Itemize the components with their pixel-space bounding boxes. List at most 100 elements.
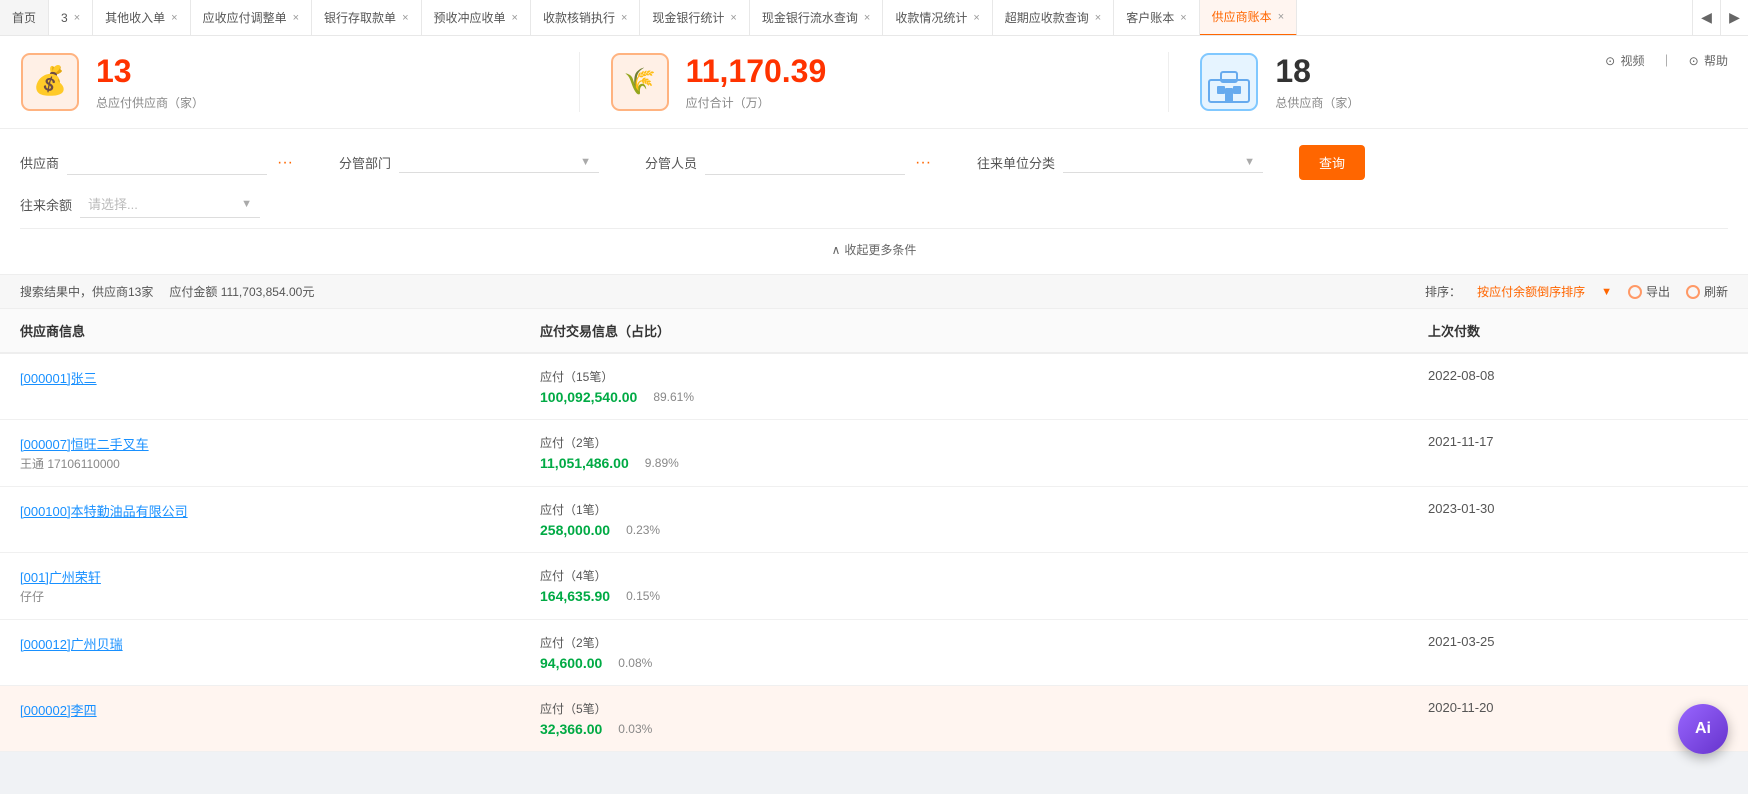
stat-divider-1 — [579, 52, 580, 112]
close-icon[interactable]: × — [1278, 11, 1284, 23]
nav-tab-overdue-query[interactable]: 超期应收款查询 × — [993, 0, 1114, 36]
supplier-code-link[interactable]: [000007]恒旺二手叉车 — [20, 434, 540, 453]
close-icon[interactable]: × — [973, 12, 979, 24]
trans-info-cell: 应付（2笔） 11,051,486.00 9.89% — [540, 434, 1428, 472]
trans-row: 164,635.90 0.15% — [540, 588, 1428, 604]
nav-tab-cash-stats[interactable]: 现金银行统计 × — [640, 0, 749, 36]
close-icon[interactable]: × — [621, 12, 627, 24]
supplier-filter-more[interactable]: ··· — [277, 154, 293, 172]
category-filter-select[interactable]: ▼ — [1063, 152, 1263, 173]
supplier-code-link[interactable]: [000002]李四 — [20, 700, 540, 719]
payable-suppliers-label: 总应付供应商（家） — [96, 94, 204, 111]
close-icon[interactable]: × — [1180, 12, 1186, 24]
query-button[interactable]: 查询 — [1299, 145, 1365, 180]
supplier-filter-input[interactable] — [67, 151, 267, 175]
nav-tab-supplier-ledger[interactable]: 供应商账本 × — [1200, 0, 1297, 36]
export-icon — [1628, 285, 1642, 299]
last-pay-cell: 2023-01-30 — [1428, 501, 1728, 538]
play-icon: ⊙ — [1605, 54, 1615, 68]
supplier-code-link[interactable]: [000100]本特勤油品有限公司 — [20, 501, 540, 520]
nav-tab-payment-verify[interactable]: 收款核销执行 × — [531, 0, 640, 36]
svg-text:💰: 💰 — [33, 64, 68, 97]
close-icon[interactable]: × — [512, 12, 518, 24]
trans-info-cell: 应付（1笔） 258,000.00 0.23% — [540, 501, 1428, 538]
person-filter-label: 分管人员 — [645, 153, 697, 172]
nav-tab-customer-ledger[interactable]: 客户账本 × — [1114, 0, 1199, 36]
supplier-code-link[interactable]: [000012]广州贝瑞 — [20, 634, 540, 653]
trans-row: 11,051,486.00 9.89% — [540, 455, 1428, 471]
supplier-info-cell: [000012]广州贝瑞 — [20, 634, 540, 671]
col-header-trans: 应付交易信息（占比） — [540, 321, 1428, 340]
supplier-code-link[interactable]: [000001]张三 — [20, 368, 540, 387]
table-row: [000001]张三 应付（15笔） 100,092,540.00 89.61%… — [0, 354, 1748, 420]
stat-content-total-suppliers: 18 总供应商（家） — [1275, 53, 1359, 111]
trans-info-cell: 应付（4笔） 164,635.90 0.15% — [540, 567, 1428, 605]
dept-filter-select[interactable]: ▼ — [399, 152, 599, 173]
person-filter-more[interactable]: ··· — [915, 154, 931, 172]
filter-balance: 往来余额 请选择... ▼ — [20, 190, 260, 218]
close-icon[interactable]: × — [171, 12, 177, 24]
trans-row: 258,000.00 0.23% — [540, 522, 1428, 538]
close-icon[interactable]: × — [293, 12, 299, 24]
supplier-code-link[interactable]: [001]广州荣轩 — [20, 567, 540, 586]
trans-amount-link[interactable]: 94,600.00 — [540, 655, 602, 671]
collapse-filter-button[interactable]: ∧ 收起更多条件 — [832, 235, 917, 264]
refresh-button[interactable]: 刷新 — [1686, 283, 1728, 300]
ai-assistant-button[interactable]: Ai — [1678, 704, 1728, 754]
trans-percent: 89.61% — [653, 390, 694, 404]
trans-amount-link[interactable]: 258,000.00 — [540, 522, 610, 538]
nav-tab-bank-deposit[interactable]: 银行存取款单 × — [312, 0, 421, 36]
dept-chevron-down-icon: ▼ — [580, 156, 591, 168]
trans-label: 应付（4笔） — [540, 567, 1428, 584]
nav-tab-adjustment[interactable]: 应收应付调整单 × — [191, 0, 312, 36]
export-button[interactable]: 导出 — [1628, 283, 1670, 300]
close-icon[interactable]: × — [402, 12, 408, 24]
payable-total-number: 11,170.39 — [686, 53, 827, 90]
trans-amount-link[interactable]: 164,635.90 — [540, 588, 610, 604]
close-icon[interactable]: × — [864, 12, 870, 24]
close-icon[interactable]: × — [74, 12, 80, 24]
stats-header: 💰 13 总应付供应商（家） 🌾 11,170.39 应付合计（万） — [0, 36, 1748, 129]
trans-amount-link[interactable]: 11,051,486.00 — [540, 455, 629, 471]
result-info: 搜索结果中，供应商13家 应付金额 111,703,854.00元 — [20, 283, 314, 300]
nav-tab-other-income[interactable]: 其他收入单 × — [93, 0, 190, 36]
category-filter-label: 往来单位分类 — [977, 153, 1055, 172]
supplier-info-cell: [000007]恒旺二手叉车 王通 17106110000 — [20, 434, 540, 472]
nav-tab-cash-flow[interactable]: 现金银行流水查询 × — [750, 0, 883, 36]
filter-row-1: 供应商 ··· 分管部门 ▼ 分管人员 ··· 往来单位分类 ▼ 查询 — [20, 145, 1728, 180]
help-tool[interactable]: ⊙ 帮助 — [1689, 52, 1728, 69]
nav-scroll-right[interactable]: ▶ — [1720, 0, 1748, 36]
nav-tab-advance-payment[interactable]: 预收冲应收单 × — [422, 0, 531, 36]
last-pay-cell: 2021-11-17 — [1428, 434, 1728, 472]
person-filter-input[interactable] — [705, 151, 905, 175]
balance-filter-select[interactable]: 请选择... ▼ — [80, 190, 260, 218]
nav-scroll-left[interactable]: ◀ — [1692, 0, 1720, 36]
filter-category: 往来单位分类 ▼ — [977, 152, 1263, 173]
data-table: 供应商信息 应付交易信息（占比） 上次付数 [000001]张三 应付（15笔）… — [0, 309, 1748, 752]
trans-info-cell: 应付（5笔） 32,366.00 0.03% — [540, 700, 1428, 737]
stat-block-payable-total: 🌾 11,170.39 应付合计（万） — [610, 52, 1139, 112]
last-pay-cell: 2022-08-08 — [1428, 368, 1728, 405]
help-icon: ⊙ — [1689, 54, 1699, 68]
payable-supplier-icon: 💰 — [20, 52, 80, 112]
table-row: [000012]广州贝瑞 应付（2笔） 94,600.00 0.08% 2021… — [0, 620, 1748, 686]
total-suppliers-label: 总供应商（家） — [1275, 94, 1359, 111]
nav-tab-payment-stats[interactable]: 收款情况统计 × — [883, 0, 992, 36]
nav-tab-home[interactable]: 首页 — [0, 0, 49, 36]
close-icon[interactable]: × — [730, 12, 736, 24]
trans-info-cell: 应付（15笔） 100,092,540.00 89.61% — [540, 368, 1428, 405]
balance-chevron-down-icon: ▼ — [241, 198, 252, 210]
nav-tab-3[interactable]: 3 × — [49, 0, 93, 36]
trans-row: 94,600.00 0.08% — [540, 655, 1428, 671]
result-bar: 搜索结果中，供应商13家 应付金额 111,703,854.00元 排序： 按应… — [0, 275, 1748, 309]
close-icon[interactable]: × — [1095, 12, 1101, 24]
trans-row: 32,366.00 0.03% — [540, 721, 1428, 737]
supplier-contact: 王通 17106110000 — [20, 455, 540, 472]
trans-info-cell: 应付（2笔） 94,600.00 0.08% — [540, 634, 1428, 671]
stat-divider-2 — [1168, 52, 1169, 112]
trans-amount-link[interactable]: 32,366.00 — [540, 721, 602, 737]
video-tool[interactable]: ⊙ 视频 — [1605, 52, 1644, 69]
trans-amount-link[interactable]: 100,092,540.00 — [540, 389, 637, 405]
trans-label: 应付（5笔） — [540, 700, 1428, 717]
sort-select[interactable]: 按应付余额倒序排序 — [1477, 283, 1585, 300]
